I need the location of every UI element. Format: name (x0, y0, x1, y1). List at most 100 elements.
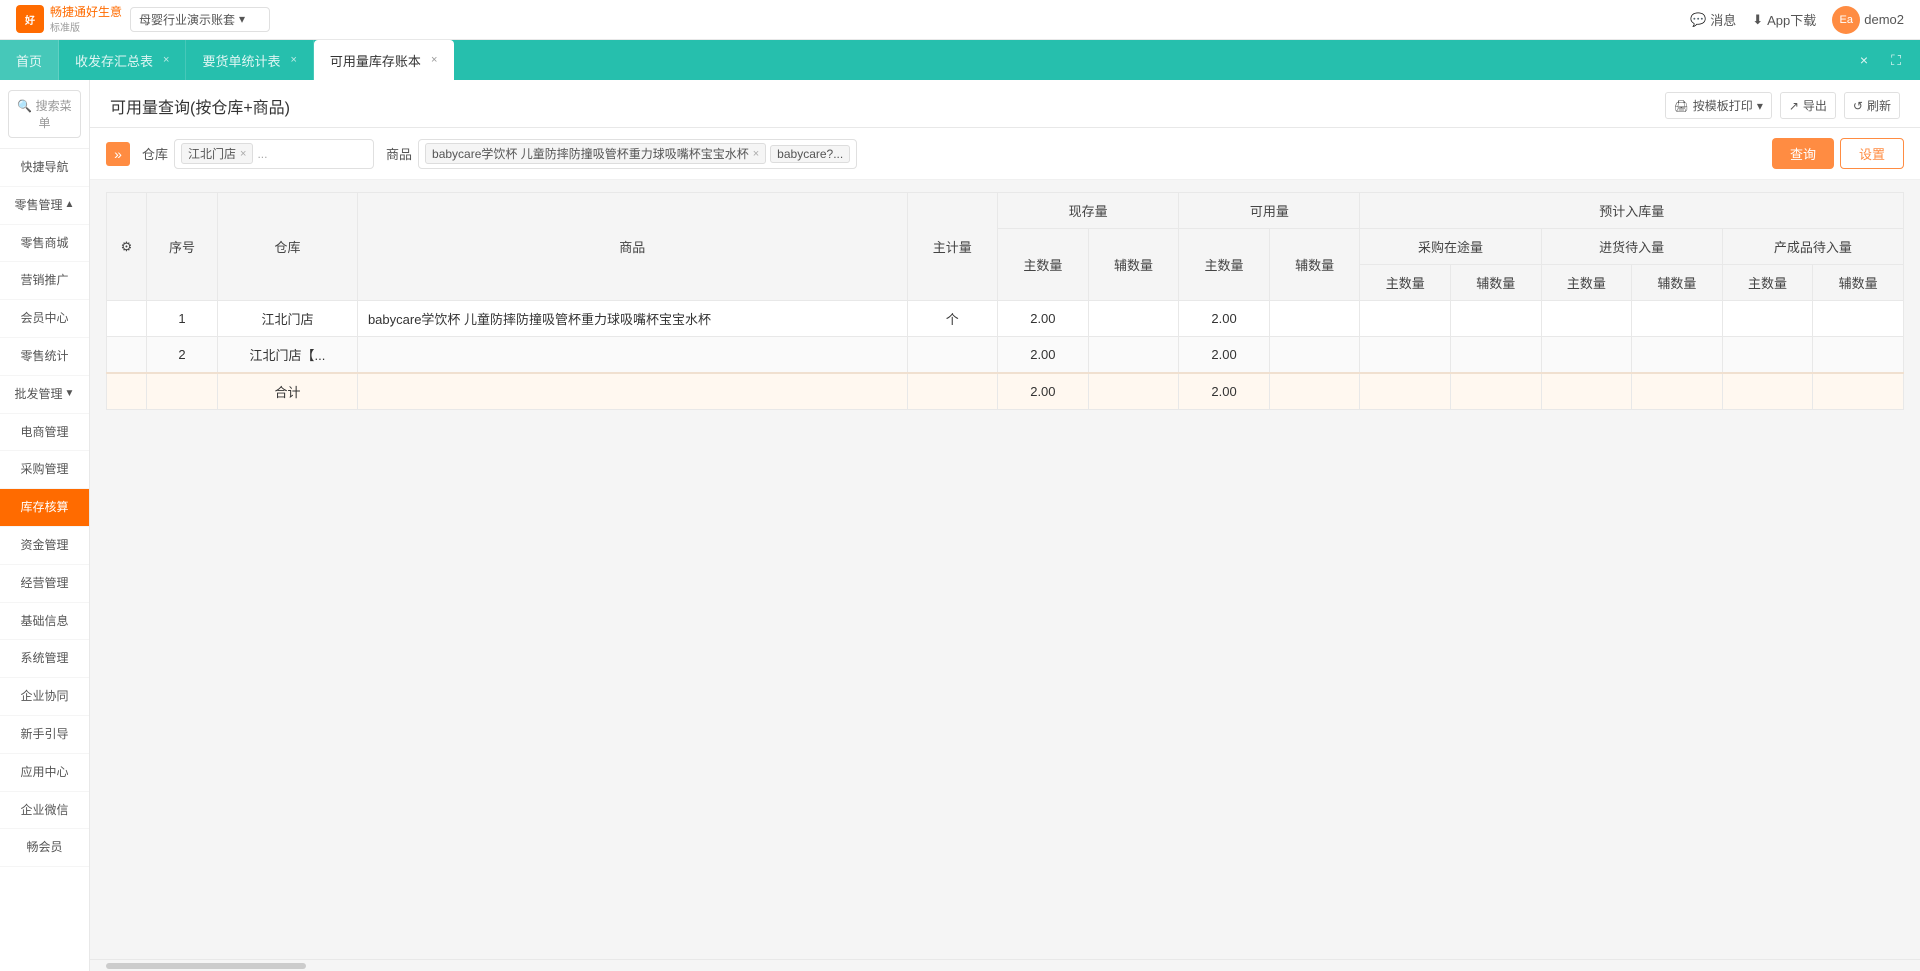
top-bar: 好 畅捷通好生意 标准版 母婴行业演示账套 ▾ 💬 消息 ⬇ App下载 Ea … (0, 0, 1920, 40)
industry-selector[interactable]: 母婴行业演示账套 ▾ (130, 7, 270, 32)
goods-tag-label-2: babycare?... (777, 147, 843, 161)
logo-icon: 好 (16, 5, 44, 33)
estimated-inbound-col-header: 预计入库量 (1360, 193, 1904, 229)
row2-products-sub (1813, 337, 1904, 374)
sidebar-item-vip[interactable]: 畅会员 (0, 829, 89, 867)
export-icon: ↗ (1789, 99, 1799, 113)
sidebar-item-quick-nav[interactable]: 快捷导航 (0, 149, 89, 187)
warehouse-filter-group: 仓库 江北门店 × ... (142, 139, 374, 169)
sidebar-item-enterprise[interactable]: 企业协同 (0, 678, 89, 716)
horizontal-scrollbar[interactable] (106, 963, 306, 969)
gear-icon[interactable]: ⚙ (121, 239, 133, 254)
settings-button[interactable]: 设置 (1840, 138, 1904, 169)
row1-inbound-sub (1632, 301, 1723, 337)
sidebar-item-retail-mgmt[interactable]: 零售管理 ▲ (0, 187, 89, 225)
goods-tag-label-1: babycare学饮杯 儿童防摔防撞吸管杯重力球吸嘴杯宝宝水杯 (432, 145, 749, 162)
content-area: 可用量查询(按仓库+商品) 🖨 按模板打印 ▾ ↗ 导出 ↺ 刷新 (90, 80, 1920, 971)
row2-current-main: 2.00 (998, 337, 1089, 374)
template-print-label: 按模板打印 (1693, 97, 1753, 114)
warehouse-tag-close[interactable]: × (240, 148, 246, 160)
warehouse-filter-label: 仓库 (142, 144, 168, 163)
filter-actions: 查询 设置 (1772, 138, 1904, 169)
warehouse-filter-more[interactable]: ... (257, 147, 267, 161)
close-all-button[interactable]: × (1852, 48, 1876, 72)
goods-col-header: 商品 (357, 193, 907, 301)
inbound-sub-header: 辅数量 (1632, 265, 1723, 301)
total-purchase-sub (1450, 373, 1541, 410)
goods-tag-1[interactable]: babycare学饮杯 儿童防摔防撞吸管杯重力球吸嘴杯宝宝水杯 × (425, 143, 766, 164)
total-inbound-main (1541, 373, 1632, 410)
tab-receivable[interactable]: 收发存汇总表 × (59, 40, 186, 80)
sidebar-item-finance[interactable]: 资金管理 (0, 527, 89, 565)
nav-tabs-right: × ⛶ (1840, 40, 1920, 80)
tab-available-stock-close[interactable]: × (431, 54, 437, 66)
goods-filter-tags[interactable]: babycare学饮杯 儿童防摔防撞吸管杯重力球吸嘴杯宝宝水杯 × babyca… (418, 139, 857, 169)
search-menu-label: 搜索菜单 (36, 99, 72, 130)
search-icon: 🔍 (17, 99, 32, 113)
sidebar-item-enterprise-wechat[interactable]: 企业微信 (0, 792, 89, 830)
sidebar: 🔍 搜索菜单 快捷导航 零售管理 ▲ 零售商城 营销推广 会员中心 零售统计 批… (0, 80, 90, 971)
sidebar-item-onboarding[interactable]: 新手引导 (0, 716, 89, 754)
tab-available-stock[interactable]: 可用量库存账本 × (314, 40, 454, 80)
query-button[interactable]: 查询 (1772, 138, 1834, 169)
goods-tag-1-close[interactable]: × (753, 148, 759, 160)
sidebar-item-purchase[interactable]: 采购管理 (0, 451, 89, 489)
export-button[interactable]: ↗ 导出 (1780, 92, 1836, 119)
expand-icon: » (114, 146, 122, 162)
user-profile[interactable]: Ea demo2 (1832, 6, 1904, 34)
sidebar-item-wholesale-mgmt[interactable]: 批发管理 ▼ (0, 376, 89, 414)
row1-available-main: 2.00 (1179, 301, 1270, 337)
sidebar-item-marketing[interactable]: 营销推广 (0, 262, 89, 300)
total-settings (107, 373, 147, 410)
tab-available-stock-label: 可用量库存账本 (330, 51, 421, 70)
chevron-icon-2: ▼ (65, 387, 75, 401)
top-bar-right: 💬 消息 ⬇ App下载 Ea demo2 (1690, 6, 1904, 34)
app-download-button[interactable]: ⬇ App下载 (1752, 10, 1816, 29)
sidebar-item-retail-stats[interactable]: 零售统计 (0, 338, 89, 376)
total-current-sub (1088, 373, 1179, 410)
settings-col-header: ⚙ (107, 193, 147, 301)
sidebar-item-system[interactable]: 系统管理 (0, 640, 89, 678)
goods-tag-2[interactable]: babycare?... (770, 145, 850, 163)
refresh-button[interactable]: ↺ 刷新 (1844, 92, 1900, 119)
row1-purchase-sub (1450, 301, 1541, 337)
row1-current-main: 2.00 (998, 301, 1089, 337)
warehouse-filter-tags[interactable]: 江北门店 × ... (174, 139, 374, 169)
tab-order-stats-close[interactable]: × (290, 54, 296, 66)
row2-goods (357, 337, 907, 374)
sidebar-search-area: 🔍 搜索菜单 (0, 80, 89, 149)
products-sub-header: 辅数量 (1813, 265, 1904, 301)
purchase-transit-header: 采购在途量 (1360, 229, 1541, 265)
total-no (147, 373, 218, 410)
filter-expand-button[interactable]: » (106, 142, 130, 166)
sidebar-item-basic-info[interactable]: 基础信息 (0, 603, 89, 641)
page-actions: 🖨 按模板打印 ▾ ↗ 导出 ↺ 刷新 (1665, 92, 1900, 119)
tab-home[interactable]: 首页 (0, 40, 59, 80)
sidebar-item-retail-mall[interactable]: 零售商城 (0, 225, 89, 263)
row2-settings (107, 337, 147, 374)
sidebar-item-inventory[interactable]: 库存核算 (0, 489, 89, 527)
sidebar-item-app-center[interactable]: 应用中心 (0, 754, 89, 792)
sidebar-item-ecommerce[interactable]: 电商管理 (0, 414, 89, 452)
row1-goods: babycare学饮杯 儿童防摔防撞吸管杯重力球吸嘴杯宝宝水杯 (357, 301, 907, 337)
row2-current-sub (1088, 337, 1179, 374)
chevron-icon: ▲ (65, 198, 75, 212)
warehouse-tag-1[interactable]: 江北门店 × (181, 143, 253, 164)
template-print-button[interactable]: 🖨 按模板打印 ▾ (1665, 92, 1772, 119)
logo-text: 畅捷通好生意 (50, 5, 122, 19)
total-label: 合计 (217, 373, 357, 410)
row2-available-sub (1269, 337, 1360, 374)
total-row: 合计 2.00 2.00 (107, 373, 1904, 410)
tab-order-stats-label: 要货单统计表 (202, 51, 280, 70)
tab-receivable-close[interactable]: × (163, 54, 169, 66)
search-menu-button[interactable]: 🔍 搜索菜单 (8, 90, 81, 138)
message-button[interactable]: 💬 消息 (1690, 10, 1736, 29)
bottom-scroll (90, 959, 1920, 971)
products-pending-header: 产成品待入量 (1722, 229, 1903, 265)
sidebar-item-member-center[interactable]: 会员中心 (0, 300, 89, 338)
fullscreen-button[interactable]: ⛶ (1884, 48, 1908, 72)
message-icon: 💬 (1690, 12, 1706, 28)
sidebar-item-operations[interactable]: 经营管理 (0, 565, 89, 603)
row2-available-main: 2.00 (1179, 337, 1270, 374)
tab-order-stats[interactable]: 要货单统计表 × (186, 40, 313, 80)
